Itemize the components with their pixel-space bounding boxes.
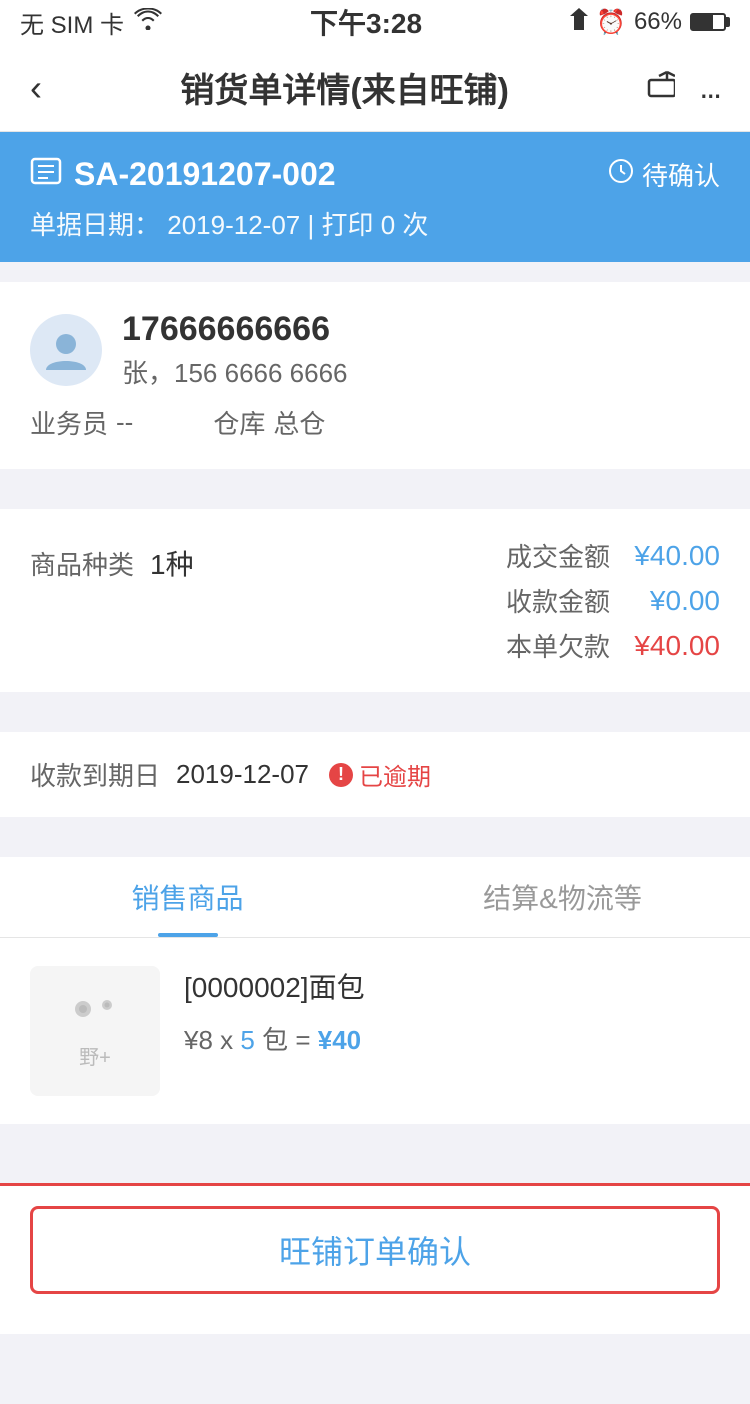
order-icon [30,156,62,193]
warehouse-value: 总仓 [273,404,325,441]
product-qty: 5 [240,1025,254,1055]
due-date-value: 2019-12-07 [176,759,309,790]
summary-section: 商品种类 1种 成交金额 ¥40.00 收款金额 ¥0.00 本单欠款 ¥40.… [0,509,750,692]
location-icon [570,8,588,37]
order-date: 单据日期： 2019-12-07 | 打印 0 次 [30,205,720,242]
page-title: 销货单详情(来自旺铺) [180,63,509,112]
clock-icon [608,158,634,191]
order-id: SA-20191207-002 [30,156,336,193]
overdue-badge: ! 已逾期 [329,757,431,792]
due-date-section: 收款到期日 2019-12-07 ! 已逾期 [0,732,750,817]
summary-right: 成交金额 ¥40.00 收款金额 ¥0.00 本单欠款 ¥40.00 [506,537,720,664]
receipt-amount-label: 收款金额 [506,582,610,619]
order-header: SA-20191207-002 待确认 单据日期： 2019-12-07 | 打… [0,132,750,262]
status-time: 下午3:28 [310,2,422,42]
receipt-amount-value: ¥0.00 [630,585,720,617]
status-right: ⏰ 66% [570,8,730,37]
overdue-icon: ! [329,763,353,787]
status-left: 无 SIM 卡 [20,5,162,40]
product-type-value: 1种 [150,543,194,583]
alarm-icon: ⏰ [596,8,626,37]
customer-meta: 业务员 -- 仓库 总仓 [30,404,720,441]
product-type-label: 商品种类 [30,545,134,582]
product-total: ¥40 [318,1025,361,1055]
battery-icon [690,13,730,31]
salesperson-label: 业务员 [30,404,108,441]
overdue-text: 已逾期 [359,757,431,792]
warehouse-label: 仓库 [213,404,265,441]
deal-amount-label: 成交金额 [506,537,610,574]
status-text: 待确认 [642,156,720,193]
product-image: 野+ [30,966,160,1096]
battery-percent: 66% [634,8,682,36]
customer-phone: 17666666666 [122,310,348,349]
tab-settlement[interactable]: 结算&物流等 [375,857,750,937]
product-info: [0000002]面包 ¥8 x 5 包 = ¥40 [184,966,720,1057]
order-status: 待确认 [608,156,720,193]
wifi-icon [134,8,162,37]
deal-amount-value: ¥40.00 [630,540,720,572]
more-icon[interactable]: ... [699,69,720,106]
tabs-header: 销售商品 结算&物流等 [0,857,750,938]
product-item: 野+ [0000002]面包 ¥8 x 5 包 = ¥40 [0,938,750,1124]
tab-sales-products[interactable]: 销售商品 [0,857,375,937]
confirm-order-button[interactable]: 旺铺订单确认 [30,1206,720,1294]
product-price: ¥8 x 5 包 = ¥40 [184,1020,720,1057]
back-button[interactable]: ‹ [30,67,42,109]
tabs-section: 销售商品 结算&物流等 野+ [0000002]面包 ¥8 [0,857,750,1124]
customer-avatar [30,314,102,386]
carrier-label: 无 SIM 卡 [20,5,124,40]
due-date-label: 收款到期日 [30,756,160,793]
customer-section: 17666666666 张，156 6666 6666 业务员 -- 仓库 总仓 [0,282,750,469]
status-bar: 无 SIM 卡 下午3:28 ⏰ 66% [0,0,750,44]
share-icon[interactable] [647,70,675,106]
nav-bar: ‹ 销货单详情(来自旺铺) ... [0,44,750,132]
bottom-button-container: 旺铺订单确认 [0,1183,750,1334]
balance-value: ¥40.00 [630,630,720,662]
product-name: [0000002]面包 [184,966,720,1006]
salesperson-value: -- [116,407,133,438]
balance-label: 本单欠款 [506,627,610,664]
order-id-text: SA-20191207-002 [74,156,336,193]
customer-name: 张，156 6666 6666 [122,353,348,390]
nav-actions: ... [647,69,720,106]
